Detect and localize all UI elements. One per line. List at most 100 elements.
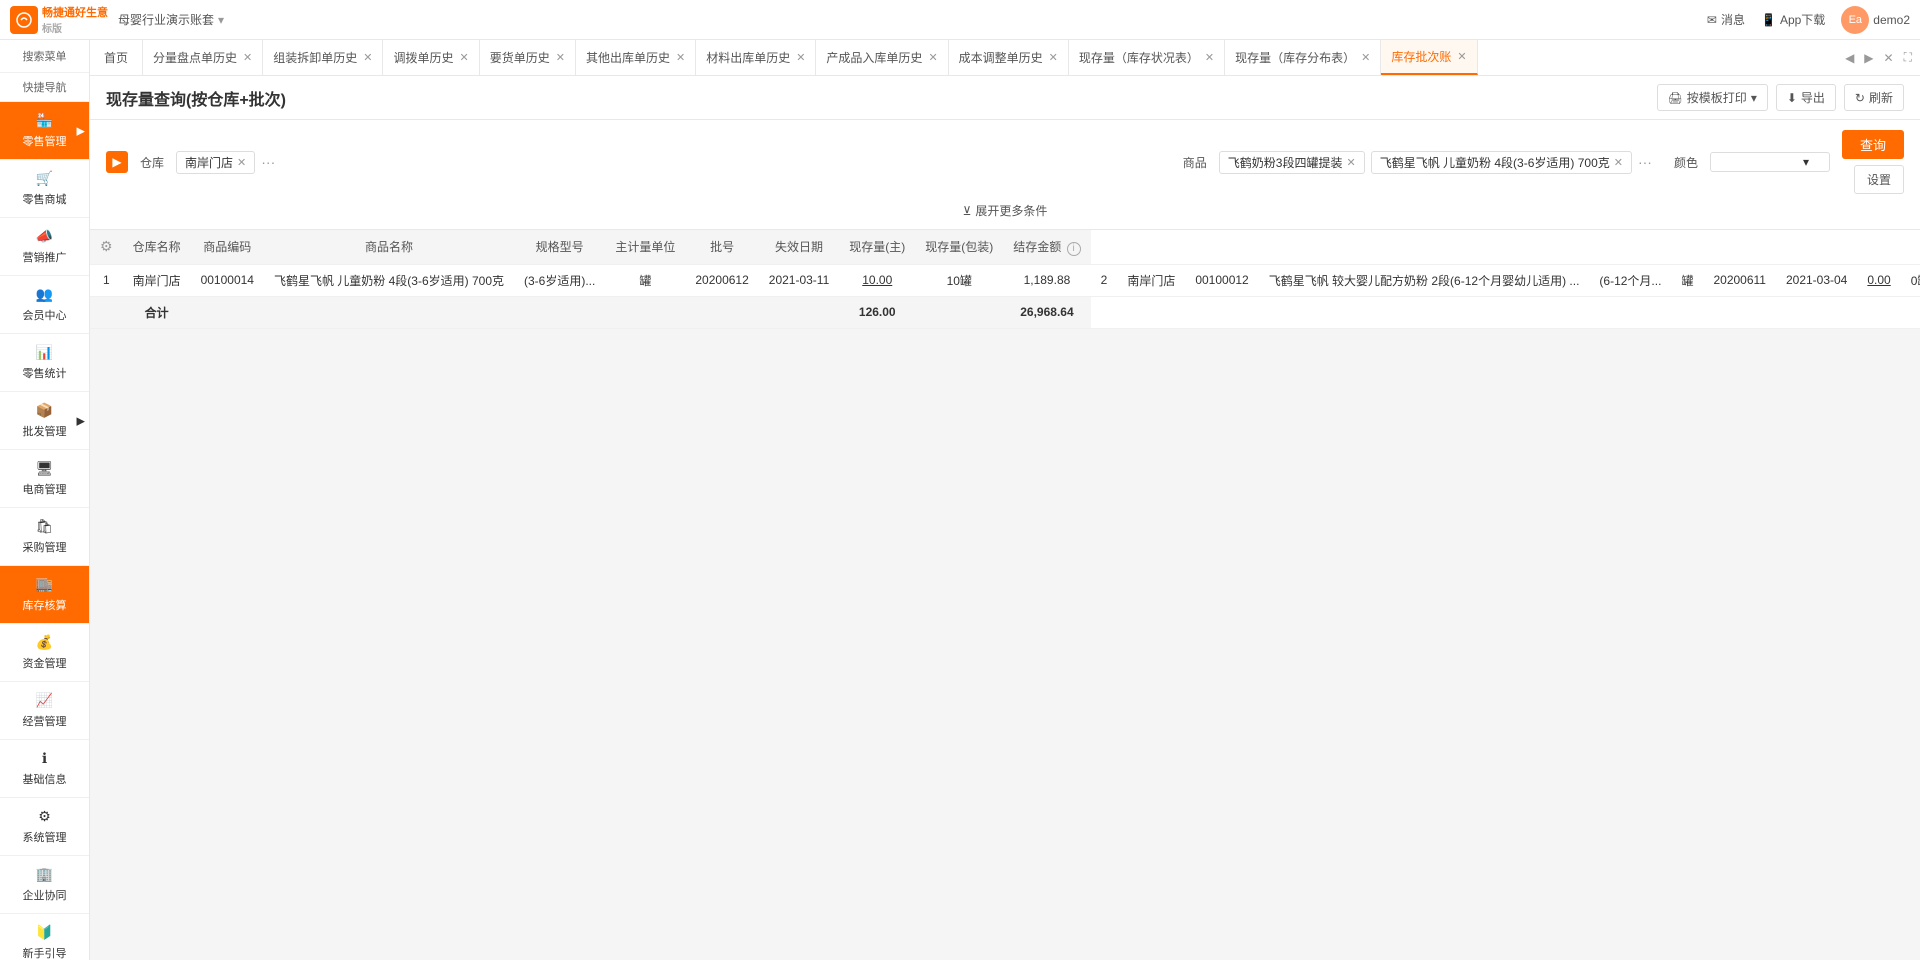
tab-next-icon[interactable]: ▶ [1860,51,1877,65]
filter-more-icon[interactable]: ··· [261,154,275,170]
col-qty-pkg: 现存量(包装) [915,230,1003,264]
expand-row: ⊻ 展开更多条件 [106,202,1904,219]
expand-icon: ⊻ [963,204,972,218]
download-action[interactable]: 📱 App下载 [1761,11,1825,28]
sidebar-item-label: 批发管理 [23,423,67,439]
dropdown-icon: ▾ [1751,91,1757,105]
warehouse-tag[interactable]: 南岸门店 ✕ [176,151,255,174]
tab-prev-icon[interactable]: ◀ [1841,51,1858,65]
tab-xiancunliang-status[interactable]: 现存量（库存状况表） ✕ [1069,40,1225,75]
tab-close-icon[interactable]: ✕ [928,51,937,64]
tab-close-icon[interactable]: ✕ [243,51,252,64]
stats-icon: 📊 [36,344,53,361]
query-button[interactable]: 查询 [1842,130,1904,159]
filter-right-buttons: 查询 设置 [1842,130,1904,194]
download-label: App下载 [1780,11,1825,28]
sidebar-item-retail-mall[interactable]: 🛒 零售商城 [0,160,89,218]
col-batch: 批号 [685,230,758,264]
tab-home[interactable]: 首页 [90,40,143,75]
tab-zuzhuangchaijian[interactable]: 组装拆卸单历史 ✕ [263,40,383,75]
refresh-button[interactable]: ↻ 刷新 [1844,84,1904,111]
page-content: 现存量查询(按仓库+批次) 🖨 按模板打印 ▾ ⬇ 导出 ↻ 刷新 [90,76,1920,960]
expand-more-conditions-button[interactable]: ⊻ 展开更多条件 [963,202,1048,219]
message-label: 消息 [1721,11,1745,28]
tab-cailiaodan[interactable]: 材料出库单历史 ✕ [696,40,816,75]
product-tag-close-icon[interactable]: ✕ [1614,156,1623,169]
account-selector[interactable]: 母婴行业演示账套 ▾ [118,11,1697,28]
sidebar-item-basic-info[interactable]: ℹ 基础信息 [0,740,89,798]
template-print-button[interactable]: 🖨 按模板打印 ▾ [1657,84,1768,111]
sidebar-item-ecommerce[interactable]: 🖥 电商管理 [0,450,89,508]
sidebar-item-system[interactable]: ⚙ 系统管理 [0,798,89,856]
tab-label: 其他出库单历史 [586,49,670,66]
color-select[interactable]: ▾ [1710,152,1830,172]
sidebar-item-retail-management[interactable]: 🏪 零售管理 ▶ [0,102,89,160]
sidebar-item-guide[interactable]: 🔰 新手引导 [0,914,89,960]
col-qty-main: 现存量(主) [839,230,915,264]
amount-info-icon[interactable]: i [1067,242,1081,256]
sidebar-item-label: 系统管理 [23,829,67,845]
tab-inventory-batch[interactable]: 库存批次账 ✕ [1381,40,1477,75]
tab-expand-icon[interactable]: ⛶ [1900,50,1916,65]
product-tag-close-icon[interactable]: ✕ [1346,156,1355,169]
tab-label: 产成品入库单历史 [826,49,922,66]
filter-collapse-button[interactable]: ▶ [106,151,128,173]
username-label: demo2 [1873,13,1910,27]
tab-close-icon[interactable]: ✕ [1205,51,1214,64]
tab-chanchengruku[interactable]: 产成品入库单历史 ✕ [816,40,948,75]
content-area: 首页 分量盘点单历史 ✕ 组装拆卸单历史 ✕ 调拨单历史 ✕ 要货单历史 ✕ 其… [90,40,1920,960]
product-more-icon[interactable]: ··· [1638,154,1652,170]
sidebar-item-operations[interactable]: 📈 经营管理 [0,682,89,740]
product-tag-2[interactable]: 飞鹤星飞帆 儿童奶粉 4段(3-6岁适用) 700克 ✕ [1371,151,1632,174]
product-tag-text: 飞鹤奶粉3段四罐提装 [1228,154,1343,171]
tab-close-icon[interactable]: ✕ [1361,51,1370,64]
tab-xiancunliang-dist[interactable]: 现存量（库存分布表） ✕ [1225,40,1381,75]
tab-close-icon[interactable]: ✕ [1049,51,1058,64]
sidebar-item-label: 企业协同 [23,887,67,903]
export-button[interactable]: ⬇ 导出 [1776,84,1836,111]
table-cell: 罐 [1671,264,1703,296]
tab-close-icon[interactable]: ✕ [796,51,805,64]
sidebar-item-member-center[interactable]: 👥 会员中心 [0,276,89,334]
sidebar-item-label: 新手引导 [23,945,67,960]
tab-qitachudan[interactable]: 其他出库单历史 ✕ [576,40,696,75]
logo-subtitle: 标版 [42,20,108,35]
tab-diaoboddan[interactable]: 调拨单历史 ✕ [383,40,479,75]
tab-chengbentiaozheng[interactable]: 成本调整单历史 ✕ [949,40,1069,75]
table-cell: 1,189.88 [1003,264,1090,296]
column-settings-icon[interactable]: ⚙ [100,238,113,254]
product-label: 商品 [1183,154,1207,171]
settings-button[interactable]: 设置 [1854,165,1904,194]
tab-more-icon[interactable]: ✕ [1880,51,1898,65]
dropdown-arrow-icon: ▾ [218,13,224,27]
sidebar-item-label: 电商管理 [23,481,67,497]
user-action[interactable]: Ea demo2 [1841,6,1910,34]
table-cell: 南岸门店 [123,264,191,296]
tab-close-icon[interactable]: ✕ [556,51,565,64]
sidebar-item-retail-stats[interactable]: 📊 零售统计 [0,334,89,392]
sidebar-item-enterprise[interactable]: 🏢 企业协同 [0,856,89,914]
message-action[interactable]: ✉ 消息 [1707,11,1745,28]
table-cell[interactable]: 10.00 [839,264,915,296]
sidebar-search[interactable]: 搜索菜单 [0,40,89,73]
total-cell [191,296,264,328]
product-tag-1[interactable]: 飞鹤奶粉3段四罐提装 ✕ [1219,151,1365,174]
table-cell[interactable]: 0.00 [1857,264,1900,296]
tab-fenliangpandian[interactable]: 分量盘点单历史 ✕ [143,40,263,75]
table-cell: 南岸门店 [1117,264,1185,296]
tab-close-icon[interactable]: ✕ [676,51,685,64]
finance-icon: 💰 [36,634,53,651]
warehouse-tag-close-icon[interactable]: ✕ [237,156,246,169]
wholesale-icon: 📦 [36,402,53,419]
tab-close-icon[interactable]: ✕ [460,51,469,64]
sidebar-item-label: 采购管理 [23,539,67,555]
sidebar-quick-nav[interactable]: 快捷导航 [0,73,89,102]
sidebar-item-wholesale[interactable]: 📦 批发管理 ▶ [0,392,89,450]
sidebar-item-finance[interactable]: 💰 资金管理 [0,624,89,682]
tab-close-icon[interactable]: ✕ [1457,50,1466,63]
tab-yaohuo[interactable]: 要货单历史 ✕ [480,40,576,75]
sidebar-item-marketing[interactable]: 📣 营销推广 [0,218,89,276]
sidebar-item-purchase[interactable]: 🛍 采购管理 [0,508,89,566]
sidebar-item-inventory[interactable]: 🏬 库存核算 [0,566,89,624]
tab-close-icon[interactable]: ✕ [363,51,372,64]
